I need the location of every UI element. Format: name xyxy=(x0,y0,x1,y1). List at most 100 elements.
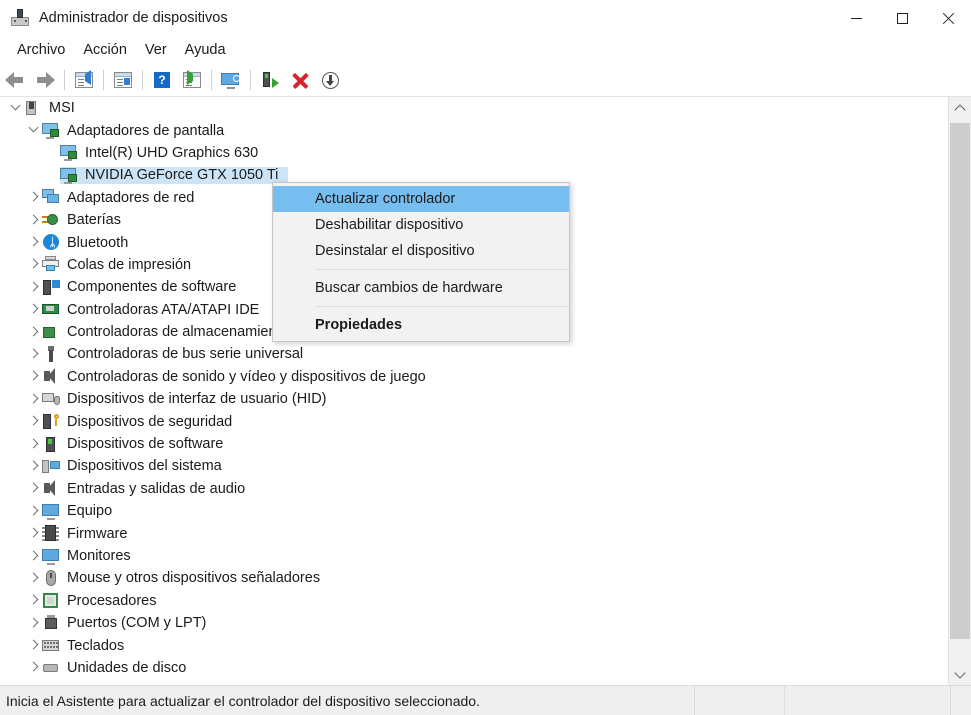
tree-item-hit[interactable]: Adaptadores de red xyxy=(42,189,204,206)
chevron-right-icon[interactable] xyxy=(24,258,42,270)
tree-item-hit[interactable]: Dispositivos de interfaz de usuario (HID… xyxy=(42,391,337,408)
maximize-button[interactable] xyxy=(879,0,925,36)
tree-item-hit[interactable]: Procesadores xyxy=(42,592,166,609)
tree-item[interactable]: Firmware xyxy=(0,522,948,544)
tree-item[interactable]: Equipo xyxy=(0,500,948,522)
chevron-right-icon[interactable] xyxy=(24,415,42,427)
chevron-down-icon[interactable] xyxy=(6,100,24,115)
tree-item[interactable]: Teclados xyxy=(0,634,948,656)
update-driver-icon xyxy=(261,71,279,89)
menu-archivo[interactable]: Archivo xyxy=(8,39,74,61)
tree-item[interactable]: Dispositivos de seguridad xyxy=(0,410,948,432)
update-driver-button[interactable] xyxy=(255,66,285,94)
disable-device-button[interactable] xyxy=(315,66,345,94)
menu-ayuda[interactable]: Ayuda xyxy=(176,39,235,61)
chevron-right-icon[interactable] xyxy=(24,214,42,226)
chevron-right-icon[interactable] xyxy=(24,505,42,517)
chevron-right-icon[interactable] xyxy=(24,527,42,539)
chevron-right-icon[interactable] xyxy=(24,191,42,203)
chevron-right-icon[interactable] xyxy=(24,460,42,472)
tree-item[interactable]: Adaptadores de pantalla xyxy=(0,119,948,141)
tree-item-hit[interactable]: Monitores xyxy=(42,548,141,565)
uninstall-device-button[interactable] xyxy=(285,66,315,94)
tree-item[interactable]: Dispositivos de interfaz de usuario (HID… xyxy=(0,388,948,410)
tree-item-hit[interactable]: Dispositivos del sistema xyxy=(42,458,232,475)
ctx-uninstall-device[interactable]: Desinstalar el dispositivo xyxy=(273,238,569,264)
scroll-up-button[interactable] xyxy=(949,97,971,119)
tree-item-hit[interactable]: Controladoras de almacenamiento xyxy=(42,324,299,341)
tree-item[interactable]: Procesadores xyxy=(0,590,948,612)
tree-item[interactable]: Controladoras de bus serie universal xyxy=(0,343,948,365)
minimize-button[interactable] xyxy=(833,0,879,36)
properties-window-icon xyxy=(114,72,132,88)
tree-item-hit[interactable]: Puertos (COM y LPT) xyxy=(42,614,216,632)
chevron-right-icon[interactable] xyxy=(24,393,42,405)
help-button[interactable]: ? xyxy=(147,66,177,94)
ctx-disable-device[interactable]: Deshabilitar dispositivo xyxy=(273,212,569,238)
tree-item[interactable]: Monitores xyxy=(0,545,948,567)
chevron-right-icon[interactable] xyxy=(24,303,42,315)
context-menu-separator xyxy=(315,269,569,270)
tree-item-hit[interactable]: Teclados xyxy=(42,637,134,654)
scan-hardware-changes-button[interactable] xyxy=(216,66,246,94)
chevron-right-icon[interactable] xyxy=(24,348,42,360)
chevron-right-icon[interactable] xyxy=(24,594,42,606)
tree-item[interactable]: Dispositivos del sistema xyxy=(0,455,948,477)
tree-item-hit[interactable]: Adaptadores de pantalla xyxy=(42,122,234,140)
tree-item[interactable]: MSI xyxy=(0,97,948,119)
properties-button[interactable] xyxy=(108,66,138,94)
vertical-scrollbar[interactable] xyxy=(948,97,971,685)
menu-accion[interactable]: Acción xyxy=(74,39,136,61)
tree-item[interactable]: Puertos (COM y LPT) xyxy=(0,612,948,634)
tree-item-hit[interactable]: Dispositivos de seguridad xyxy=(42,413,242,430)
tree-item-hit[interactable]: Firmware xyxy=(42,525,137,542)
ctx-properties[interactable]: Propiedades xyxy=(273,312,569,338)
chevron-right-icon[interactable] xyxy=(24,662,42,673)
tree-item-hit[interactable]: Dispositivos de software xyxy=(42,436,233,453)
tree-item[interactable]: Unidades de disco xyxy=(0,657,948,679)
tree-item-hit[interactable]: Baterías xyxy=(42,212,131,229)
tree-item-hit[interactable]: Controladoras ATA/ATAPI IDE xyxy=(42,301,269,318)
menu-bar: Archivo Acción Ver Ayuda xyxy=(0,36,971,64)
tree-item[interactable]: Mouse y otros dispositivos señaladores xyxy=(0,567,948,589)
scrollbar-thumb[interactable] xyxy=(950,123,970,639)
chevron-right-icon[interactable] xyxy=(24,326,42,338)
tree-item-hit[interactable]: Controladoras de sonido y vídeo y dispos… xyxy=(42,368,436,385)
tree-item-hit[interactable]: Colas de impresión xyxy=(42,256,201,273)
tree-item-hit[interactable]: Componentes de software xyxy=(42,279,246,296)
back-button[interactable] xyxy=(0,66,30,94)
tree-item-hit[interactable]: Controladoras de bus serie universal xyxy=(42,345,313,363)
ctx-update-driver[interactable]: Actualizar controlador xyxy=(273,186,569,212)
tree-item-hit[interactable]: NVIDIA GeForce GTX 1050 Ti xyxy=(60,166,289,184)
tree-item[interactable]: Entradas y salidas de audio xyxy=(0,478,948,500)
chevron-right-icon[interactable] xyxy=(24,639,42,651)
menu-ver[interactable]: Ver xyxy=(136,39,176,61)
chevron-right-icon[interactable] xyxy=(24,482,42,494)
tree-item-hit[interactable]: Mouse y otros dispositivos señaladores xyxy=(42,569,330,587)
tree-item-hit[interactable]: MSI xyxy=(24,100,85,117)
tree-item[interactable]: Intel(R) UHD Graphics 630 xyxy=(0,142,948,164)
context-menu[interactable]: Actualizar controlador Deshabilitar dispo… xyxy=(272,182,570,342)
chevron-right-icon[interactable] xyxy=(24,370,42,382)
port-icon xyxy=(42,614,60,632)
chevron-right-icon[interactable] xyxy=(24,572,42,584)
action-menu-button[interactable] xyxy=(177,66,207,94)
tree-item[interactable]: Dispositivos de software xyxy=(0,433,948,455)
show-hide-console-tree-button[interactable] xyxy=(69,66,99,94)
chevron-right-icon[interactable] xyxy=(24,617,42,629)
forward-button[interactable] xyxy=(30,66,60,94)
chevron-right-icon[interactable] xyxy=(24,236,42,248)
tree-item-hit[interactable]: Equipo xyxy=(42,503,122,520)
chevron-right-icon[interactable] xyxy=(24,438,42,450)
scroll-down-button[interactable] xyxy=(949,663,971,685)
tree-item-hit[interactable]: Unidades de disco xyxy=(42,659,196,676)
chevron-right-icon[interactable] xyxy=(24,281,42,293)
tree-item-hit[interactable]: Entradas y salidas de audio xyxy=(42,480,255,497)
tree-item-hit[interactable]: ᛦ Bluetooth xyxy=(42,234,138,251)
tree-item-hit[interactable]: Intel(R) UHD Graphics 630 xyxy=(60,144,268,162)
ctx-scan-hardware-changes[interactable]: Buscar cambios de hardware xyxy=(273,275,569,301)
chevron-down-icon[interactable] xyxy=(24,122,42,137)
close-button[interactable] xyxy=(925,0,971,36)
tree-item[interactable]: Controladoras de sonido y vídeo y dispos… xyxy=(0,366,948,388)
chevron-right-icon[interactable] xyxy=(24,550,42,562)
